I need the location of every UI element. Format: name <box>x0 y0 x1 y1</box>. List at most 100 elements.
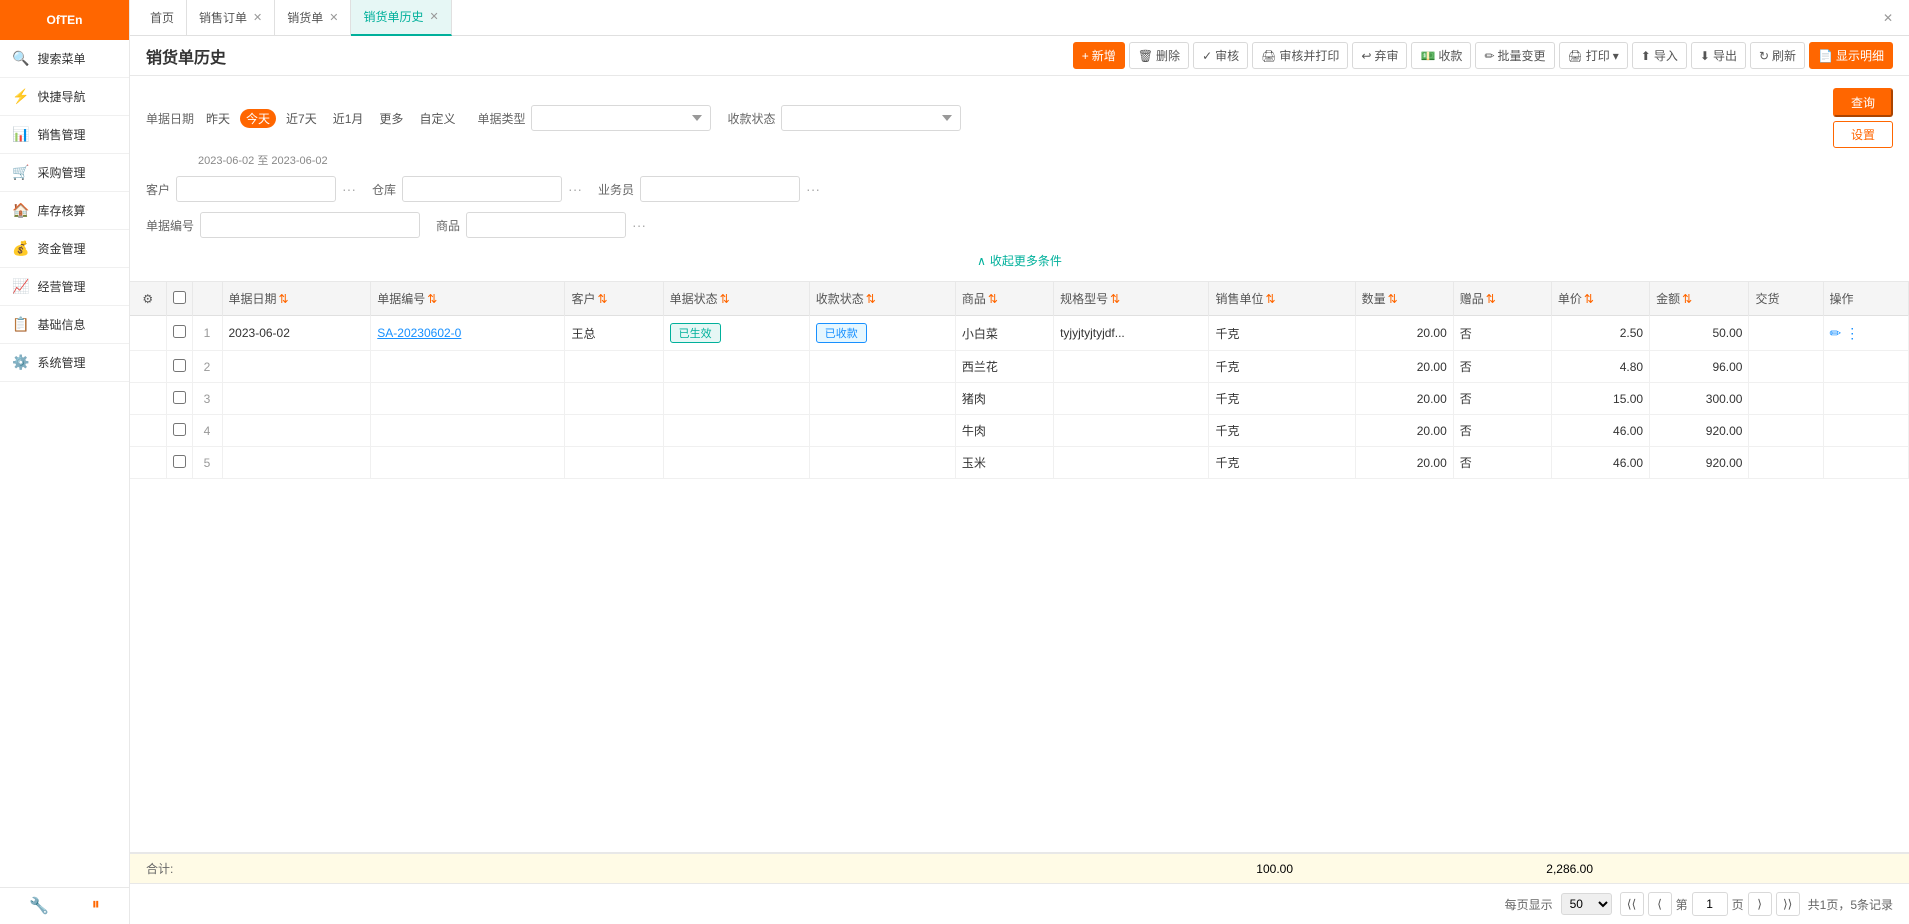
date-pill-7days[interactable]: 近7天 <box>280 109 323 128</box>
tab-home[interactable]: 首页 <box>138 0 187 36</box>
tab-sales-delivery[interactable]: 销货单 ✕ <box>275 0 351 36</box>
page-next-btn[interactable]: ⟩ <box>1748 892 1772 916</box>
date-pill-today[interactable]: 今天 <box>240 109 276 128</box>
refresh-button[interactable]: ↻ 刷新 <box>1750 42 1805 69</box>
page-input[interactable] <box>1692 892 1728 916</box>
col-qty[interactable]: 数量⇅ <box>1355 282 1453 316</box>
collapse-label: 收起更多条件 <box>990 252 1062 269</box>
col-paystatus[interactable]: 收款状态⇅ <box>809 282 955 316</box>
tab-sales-history[interactable]: 销货单历史 ✕ <box>351 0 451 36</box>
export-button[interactable]: ⬇ 导出 <box>1691 42 1746 69</box>
row-checkbox[interactable] <box>173 325 186 338</box>
col-customer[interactable]: 客户⇅ <box>565 282 663 316</box>
batch-change-button[interactable]: ✏ 批量变更 <box>1475 42 1554 69</box>
row-checkbox[interactable] <box>173 455 186 468</box>
sidebar-item-finance[interactable]: 💰 资金管理 <box>0 230 129 268</box>
col-docno[interactable]: 单据编号⇅ <box>371 282 565 316</box>
filter-customer-dots[interactable]: ··· <box>342 181 356 197</box>
import-button[interactable]: ⬆ 导入 <box>1632 42 1687 69</box>
date-pill-1month[interactable]: 近1月 <box>327 109 370 128</box>
tab-sales-delivery-close[interactable]: ✕ <box>329 11 338 24</box>
col-date[interactable]: 单据日期⇅ <box>222 282 371 316</box>
col-amount[interactable]: 金额⇅ <box>1650 282 1749 316</box>
print-button[interactable]: 🖨 打印 ▾ <box>1559 42 1628 69</box>
select-all-checkbox[interactable] <box>173 291 186 304</box>
collect-button[interactable]: 💵 收款 <box>1411 42 1471 69</box>
settings-button[interactable]: 设置 <box>1833 121 1893 148</box>
batch-change-label: 批量变更 <box>1498 47 1546 64</box>
date-pill-yesterday[interactable]: 昨天 <box>200 109 236 128</box>
doc-no-link[interactable]: SA-20230602-0 <box>377 326 461 340</box>
table-row: 2 西兰花 千克 20.00 否 4.80 96.00 <box>130 351 1909 383</box>
row-checkbox[interactable] <box>173 359 186 372</box>
sidebar-item-inventory[interactable]: 🏠 库存核算 <box>0 192 129 230</box>
sidebar-item-purchase-mgmt[interactable]: 🛒 采购管理 <box>0 154 129 192</box>
sidebar-item-label: 销售管理 <box>37 126 85 143</box>
sidebar-bottom-btn1[interactable]: 🔧 <box>29 896 49 916</box>
sidebar-item-quick-nav[interactable]: ⚡ 快捷导航 <box>0 78 129 116</box>
collapse-btn[interactable]: ∧ 收起更多条件 <box>977 252 1062 269</box>
date-pill-more[interactable]: 更多 <box>373 109 409 128</box>
filter-type-select[interactable] <box>531 105 711 131</box>
cell-checkbox[interactable] <box>166 447 192 479</box>
sidebar-bottom-btn2[interactable]: ⏸ <box>92 896 100 916</box>
cell-checkbox[interactable] <box>166 351 192 383</box>
col-checkbox[interactable] <box>166 282 192 316</box>
abandon-button[interactable]: ↩ 弃审 <box>1352 42 1407 69</box>
sort-docstatus-icon: ⇅ <box>720 292 730 306</box>
col-spec[interactable]: 规格型号⇅ <box>1054 282 1209 316</box>
page-first-btn[interactable]: ⟨⟨ <box>1620 892 1644 916</box>
col-goods[interactable]: 商品⇅ <box>955 282 1053 316</box>
cell-spec <box>1054 447 1209 479</box>
filter-salesperson-input[interactable] <box>640 176 800 202</box>
sidebar-item-sales-mgmt[interactable]: 📊 销售管理 <box>0 116 129 154</box>
filter-customer-input[interactable] <box>176 176 336 202</box>
filter-goods-input[interactable] <box>466 212 626 238</box>
filter-salesperson-dots[interactable]: ··· <box>806 181 820 197</box>
more-action-btn[interactable]: ⋮ <box>1845 325 1859 342</box>
row-checkbox[interactable] <box>173 423 186 436</box>
sidebar-item-search-menu[interactable]: 🔍 搜索菜单 <box>0 40 129 78</box>
col-gift[interactable]: 赠品⇅ <box>1453 282 1551 316</box>
query-button[interactable]: 查询 <box>1833 88 1893 117</box>
tab-sales-order-close[interactable]: ✕ <box>253 11 262 24</box>
col-settings[interactable]: ⚙ <box>130 282 166 316</box>
query-section: 查询 设置 <box>1833 88 1893 148</box>
filter-warehouse-label: 仓库 <box>372 181 396 198</box>
filter-goods-dots[interactable]: ··· <box>632 217 646 233</box>
date-pill-custom[interactable]: 自定义 <box>413 109 461 128</box>
page-size-select[interactable]: 50 20 100 <box>1561 893 1612 915</box>
cell-goods: 玉米 <box>955 447 1053 479</box>
sidebar-item-basic-info[interactable]: 📋 基础信息 <box>0 306 129 344</box>
col-docstatus[interactable]: 单据状态⇅ <box>663 282 809 316</box>
new-button[interactable]: + 新增 <box>1073 42 1125 69</box>
tab-sales-history-close[interactable]: ✕ <box>430 10 439 23</box>
delete-button[interactable]: 🗑 删除 <box>1129 42 1189 69</box>
cell-amount: 920.00 <box>1650 447 1749 479</box>
filter-docno-input[interactable] <box>200 212 420 238</box>
filter-warehouse-dots[interactable]: ··· <box>568 181 582 197</box>
show-detail-button[interactable]: 📄 显示明细 <box>1809 42 1893 69</box>
sidebar-item-system-mgmt[interactable]: ⚙️ 系统管理 <box>0 344 129 382</box>
cell-checkbox[interactable] <box>166 316 192 351</box>
audit-print-button[interactable]: 🖨 审核并打印 <box>1252 42 1348 69</box>
col-unit[interactable]: 销售单位⇅ <box>1209 282 1355 316</box>
filter-warehouse-input[interactable] <box>402 176 562 202</box>
cell-checkbox[interactable] <box>166 383 192 415</box>
cell-docno[interactable]: SA-20230602-0 <box>371 316 565 351</box>
audit-button[interactable]: ✓ 审核 <box>1193 42 1248 69</box>
col-unitprice[interactable]: 单价⇅ <box>1551 282 1649 316</box>
sidebar-item-label: 系统管理 <box>37 354 85 371</box>
page-nav: ⟨⟨ ⟨ 第 页 ⟩ ⟩⟩ <box>1620 892 1800 916</box>
edit-action-btn[interactable]: ✏ <box>1830 325 1842 342</box>
collapse-section: ∧ 收起更多条件 <box>146 248 1893 269</box>
filter-customer-label: 客户 <box>146 181 170 198</box>
tab-sales-order[interactable]: 销售订单 ✕ <box>187 0 275 36</box>
sidebar-item-operation[interactable]: 📈 经营管理 <box>0 268 129 306</box>
page-last-btn[interactable]: ⟩⟩ <box>1776 892 1800 916</box>
page-prev-btn[interactable]: ⟨ <box>1648 892 1672 916</box>
row-checkbox[interactable] <box>173 391 186 404</box>
tab-close-all[interactable]: ✕ <box>1875 11 1901 25</box>
cell-checkbox[interactable] <box>166 415 192 447</box>
filter-payment-select[interactable] <box>781 105 961 131</box>
